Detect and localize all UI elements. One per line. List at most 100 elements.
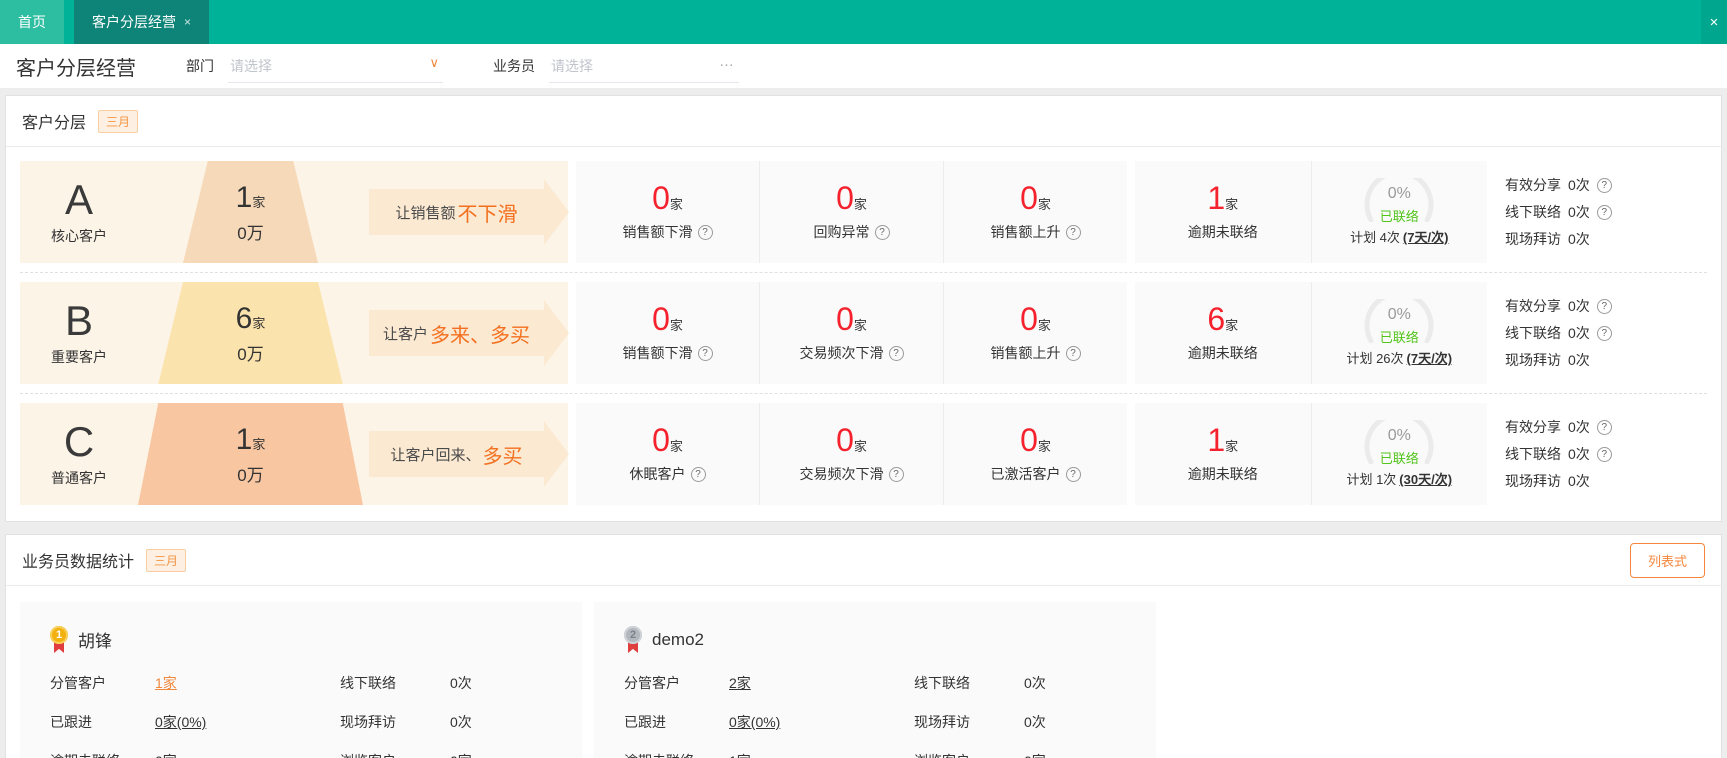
tier-b-trapezoid: 6家 0万 bbox=[138, 282, 363, 384]
close-icon[interactable]: × bbox=[1701, 0, 1727, 44]
tier-row-b: B 重要客户 6家 0万 让客户 多来、多买 0家 销售额下滑 ? 0家 交易频… bbox=[20, 282, 1707, 384]
salesman-input[interactable]: 请选择 … bbox=[549, 50, 739, 83]
salesman-card: 1 胡锋 分管客户1家 线下联络0次 已跟进0家(0%) 现场拜访0次 逾期未联… bbox=[20, 602, 582, 758]
tier-name: 普通客户 bbox=[51, 469, 107, 486]
plan-text: 计划 1次 (30天/次) bbox=[1346, 472, 1453, 487]
help-icon[interactable]: ? bbox=[697, 345, 713, 361]
month-badge: 三月 bbox=[98, 109, 139, 133]
stat-link[interactable]: 0家 bbox=[450, 751, 552, 758]
salesman-label: 业务员 bbox=[493, 58, 535, 74]
help-icon[interactable]: ? bbox=[1596, 177, 1612, 193]
help-icon[interactable]: ? bbox=[1596, 204, 1612, 220]
salesman-stats-grid: 分管客户2家 线下联络0次 已跟进0家(0%) 现场拜访0次 逾期未联络1家 浏… bbox=[624, 673, 1126, 758]
help-icon[interactable]: ? bbox=[1596, 325, 1612, 341]
stat-link[interactable]: 0家 bbox=[1024, 751, 1126, 758]
stat-link[interactable]: 0家(0%) bbox=[729, 712, 914, 732]
tier-name: 核心客户 bbox=[51, 227, 107, 244]
tier-count: 1家 bbox=[235, 180, 266, 214]
salesman-card-header: 1 胡锋 bbox=[50, 626, 552, 653]
tier-row-c: C 普通客户 1家 0万 让客户回来、 多买 0家 休眠客户 ? 0家 交易频次… bbox=[20, 403, 1707, 505]
help-icon[interactable]: ? bbox=[888, 466, 904, 482]
segmentation-panel-header: 客户分层 三月 bbox=[6, 96, 1721, 147]
tier-c-identity: C 普通客户 bbox=[20, 403, 138, 505]
segmentation-title: 客户分层 bbox=[22, 115, 87, 132]
side-offline-contact: 线下联络 0次? bbox=[1505, 323, 1707, 343]
tier-a-funnel: A 核心客户 1家 0万 让销售额 不下滑 bbox=[20, 161, 568, 263]
stat-link[interactable]: 2家 bbox=[729, 673, 914, 693]
page-title: 客户分层经营 bbox=[16, 57, 136, 80]
salesmen-panel: 业务员数据统计 三月 列表式 1 胡锋 分管客户 1家 线下联络 0次 已跟进 0家(… bbox=[5, 534, 1722, 758]
gauge-label: 已联络 bbox=[1379, 330, 1419, 345]
help-icon[interactable]: ? bbox=[1065, 224, 1081, 240]
salesmen-panel-header: 业务员数据统计 三月 列表式 bbox=[6, 535, 1721, 586]
help-icon[interactable]: ? bbox=[874, 224, 890, 240]
row-divider bbox=[20, 393, 1707, 394]
plan-cycle-link[interactable]: (7天/次) bbox=[1407, 351, 1453, 366]
tab-home[interactable]: 首页 bbox=[0, 0, 64, 44]
slogan-prefix: 让销售额 bbox=[395, 204, 456, 222]
gauge-percent: 0% bbox=[1387, 306, 1411, 323]
help-icon[interactable]: ? bbox=[1596, 419, 1612, 435]
department-select[interactable]: 请选择 ∨ bbox=[228, 50, 443, 83]
tier-c-slogan-arrow: 让客户回来、 多买 bbox=[363, 403, 568, 505]
tier-b-stats: 0家 销售额下滑? 0家 交易频次下滑? 0家 销售额上升? bbox=[576, 282, 1127, 384]
stat-link[interactable]: 1家 bbox=[155, 673, 340, 693]
side-onsite-visit: 现场拜访 0次 bbox=[1505, 231, 1590, 247]
stat-sales-rise: 0家 销售额上升? bbox=[943, 161, 1127, 263]
tier-a-identity: A 核心客户 bbox=[20, 161, 138, 263]
tab-close-icon[interactable]: × bbox=[184, 15, 191, 29]
plan-cycle-link[interactable]: (7天/次) bbox=[1403, 230, 1449, 245]
tier-name: 重要客户 bbox=[51, 348, 107, 365]
help-icon[interactable]: ? bbox=[1596, 298, 1612, 314]
gauge-label: 已联络 bbox=[1379, 451, 1419, 466]
help-icon[interactable]: ? bbox=[697, 224, 713, 240]
contact-gauge: 0% 已联络 计划 1次 (30天/次) bbox=[1310, 403, 1488, 505]
side-effective-share: 有效分享 0次? bbox=[1505, 296, 1707, 316]
salesman-stats-grid: 分管客户1家 线下联络0次 已跟进0家(0%) 现场拜访0次 逾期未联络0家 浏… bbox=[50, 673, 552, 758]
page-header: 客户分层经营 部门 请选择 ∨ 业务员 请选择 … bbox=[0, 44, 1727, 88]
help-icon[interactable]: ? bbox=[1065, 466, 1081, 482]
salesman-name: demo2 bbox=[652, 629, 704, 649]
salesmen-title: 业务员数据统计 bbox=[22, 554, 135, 571]
tier-c-stats: 0家 休眠客户? 0家 交易频次下滑? 0家 已激活客户? bbox=[576, 403, 1127, 505]
list-view-button[interactable]: 列表式 bbox=[1629, 543, 1705, 578]
stat-repurchase-abnormal: 0家 回购异常? bbox=[759, 161, 943, 263]
stat-dormant-customers: 0家 休眠客户? bbox=[576, 403, 759, 505]
tab-customer-segmentation[interactable]: 客户分层经营 × bbox=[74, 0, 210, 44]
ellipsis-icon[interactable]: … bbox=[719, 53, 735, 70]
stat-overdue-uncontacted: 6家 逾期未联络 bbox=[1187, 301, 1258, 361]
slogan-arrow: 让客户 多来、多买 bbox=[369, 310, 544, 356]
gauge-label: 已联络 bbox=[1379, 209, 1419, 224]
slogan-highlight: 不下滑 bbox=[457, 203, 518, 226]
plan-cycle-link[interactable]: (30天/次) bbox=[1399, 472, 1452, 487]
side-effective-share: 有效分享 0次? bbox=[1505, 417, 1707, 437]
side-offline-contact: 线下联络 0次? bbox=[1505, 444, 1707, 464]
slogan-arrow: 让客户回来、 多买 bbox=[369, 431, 544, 477]
gold-medal-icon: 1 bbox=[50, 626, 68, 653]
stat-overdue-uncontacted: 1家 逾期未联络 bbox=[1187, 180, 1258, 240]
tier-a-followup: 1家 逾期未联络 0% 已联络 计划 4次 (7天/次) bbox=[1135, 161, 1487, 263]
help-icon[interactable]: ? bbox=[1596, 446, 1612, 462]
stat-link[interactable]: 0家 bbox=[155, 751, 340, 758]
plan-text: 计划 4次 (7天/次) bbox=[1350, 230, 1449, 245]
salesmen-cards: 1 胡锋 分管客户1家 线下联络0次 已跟进0家(0%) 现场拜访0次 逾期未联… bbox=[6, 586, 1721, 758]
tier-b-funnel: B 重要客户 6家 0万 让客户 多来、多买 bbox=[20, 282, 568, 384]
tier-letter: A bbox=[64, 175, 93, 223]
stat-frequency-decline: 0家 交易频次下滑? bbox=[759, 282, 943, 384]
help-icon[interactable]: ? bbox=[690, 466, 706, 482]
salesman-card: 2 demo2 分管客户2家 线下联络0次 已跟进0家(0%) 现场拜访0次 逾… bbox=[594, 602, 1156, 758]
stat-link[interactable]: 1家 bbox=[729, 751, 914, 758]
salesman-card-header: 2 demo2 bbox=[624, 626, 1126, 653]
contact-gauge: 0% 已联络 计划 26次 (7天/次) bbox=[1310, 282, 1488, 384]
tier-letter: C bbox=[63, 417, 95, 465]
chevron-down-icon[interactable]: ∨ bbox=[429, 55, 439, 71]
salesman-filter: 业务员 请选择 … bbox=[493, 50, 739, 83]
help-icon[interactable]: ? bbox=[1065, 345, 1081, 361]
help-icon[interactable]: ? bbox=[888, 345, 904, 361]
tier-count: 6家 bbox=[235, 301, 266, 335]
stat-link[interactable]: 0家(0%) bbox=[155, 712, 340, 732]
slogan-prefix: 让客户 bbox=[382, 325, 428, 343]
department-label: 部门 bbox=[186, 58, 214, 74]
tier-c-trapezoid: 1家 0万 bbox=[138, 403, 363, 505]
month-badge: 三月 bbox=[146, 548, 187, 572]
